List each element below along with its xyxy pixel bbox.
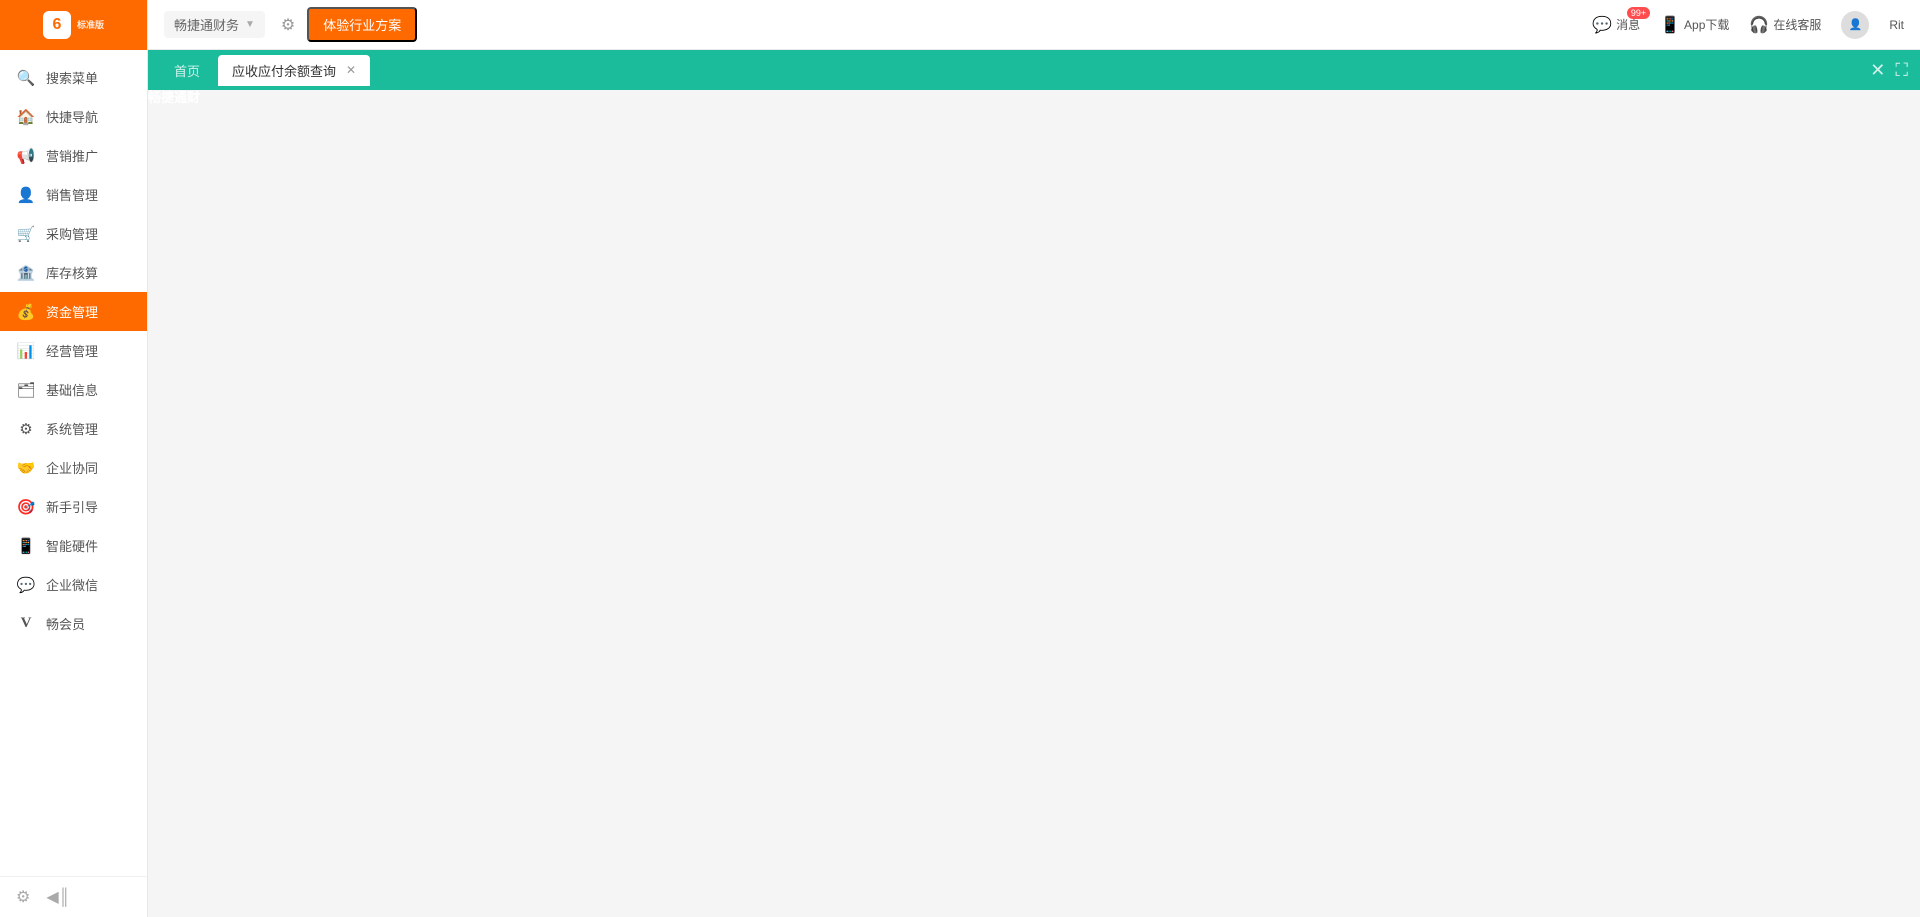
system-label: 系统管理 bbox=[46, 419, 98, 438]
vip-label: 畅会员 bbox=[46, 614, 85, 633]
tab-close-window-icon[interactable]: ✕ bbox=[1870, 60, 1885, 81]
logo-name: 畅捷通财 bbox=[148, 90, 1920, 917]
quick-nav-label: 快捷导航 bbox=[46, 107, 98, 126]
purchase-label: 采购管理 bbox=[46, 224, 98, 243]
tab-home-label: 首页 bbox=[174, 61, 200, 80]
message-icon: 💬 bbox=[1592, 15, 1612, 35]
top-header: 畅捷通财务 ▼ ⚙ 体验行业方案 💬 消息 99+ 📱 App下载 🎧 在线客服… bbox=[148, 0, 1920, 50]
sidebar-item-operations[interactable]: 📊 经营管理 bbox=[0, 331, 147, 370]
app-download-icon: 📱 bbox=[1660, 15, 1680, 35]
chevron-down-icon: ▼ bbox=[245, 19, 255, 30]
app-download-action[interactable]: 📱 App下载 bbox=[1660, 15, 1729, 35]
quick-nav-icon: 🏠 bbox=[16, 108, 36, 126]
inventory-label: 库存核算 bbox=[46, 263, 98, 282]
cooperation-icon: 🤝 bbox=[16, 459, 36, 477]
tab-ar-ap-label: 应收应付余额查询 bbox=[232, 61, 336, 80]
sidebar-item-sales[interactable]: 👤 销售管理 bbox=[0, 175, 147, 214]
sidebar-item-basic-info[interactable]: 🗂 基础信息 bbox=[0, 370, 147, 409]
header-actions: 💬 消息 99+ 📱 App下载 🎧 在线客服 👤 Rit bbox=[1592, 11, 1904, 39]
sales-label: 销售管理 bbox=[46, 185, 98, 204]
tab-bar: 首页 应收应付余额查询 ✕ ✕ ⛶ bbox=[148, 50, 1920, 90]
sidebar-item-newbie[interactable]: 🎯 新手引导 bbox=[0, 487, 147, 526]
cooperation-label: 企业协同 bbox=[46, 458, 98, 477]
logo-icon: 6 bbox=[43, 11, 71, 39]
newbie-icon: 🎯 bbox=[16, 498, 36, 516]
sidebar: 6 畅捷通财 标准版 🔍 搜索菜单 🏠 快捷导航 📢 营销推广 👤 销售管理 🛒… bbox=[0, 0, 148, 917]
sidebar-item-cooperation[interactable]: 🤝 企业协同 bbox=[0, 448, 147, 487]
inventory-icon: 🏦 bbox=[16, 264, 36, 282]
online-service-action[interactable]: 🎧 在线客服 bbox=[1749, 15, 1821, 35]
sidebar-item-wechat[interactable]: 💬 企业微信 bbox=[0, 565, 147, 604]
search-menu-label: 搜索菜单 bbox=[46, 68, 98, 87]
online-service-label: 在线客服 bbox=[1773, 16, 1821, 33]
basic-info-label: 基础信息 bbox=[46, 380, 98, 399]
sidebar-settings-icon[interactable]: ⚙ bbox=[16, 887, 30, 907]
tab-bar-actions: ✕ ⛶ bbox=[1870, 60, 1908, 81]
vip-icon: V bbox=[16, 615, 36, 632]
basic-info-icon: 🗂 bbox=[16, 381, 36, 399]
system-icon: ⚙ bbox=[16, 420, 36, 438]
user-avatar[interactable]: 👤 bbox=[1841, 11, 1869, 39]
messages-action[interactable]: 💬 消息 99+ bbox=[1592, 15, 1640, 35]
sidebar-bottom: ⚙ ◀║ bbox=[0, 876, 147, 917]
sidebar-item-vip[interactable]: V 畅会员 bbox=[0, 604, 147, 643]
sidebar-logo: 6 畅捷通财 标准版 bbox=[0, 0, 147, 50]
finance-label: 资金管理 bbox=[46, 302, 98, 321]
sidebar-item-purchase[interactable]: 🛒 采购管理 bbox=[0, 214, 147, 253]
app-selector[interactable]: 畅捷通财务 ▼ bbox=[164, 11, 265, 38]
wechat-label: 企业微信 bbox=[46, 575, 98, 594]
newbie-label: 新手引导 bbox=[46, 497, 98, 516]
avatar-placeholder: 👤 bbox=[1848, 18, 1862, 31]
sales-icon: 👤 bbox=[16, 186, 36, 204]
header-gear-icon[interactable]: ⚙ bbox=[281, 15, 295, 35]
operations-icon: 📊 bbox=[16, 342, 36, 360]
logo-badge: 标准版 bbox=[77, 20, 104, 31]
username-label[interactable]: Rit bbox=[1889, 18, 1904, 32]
promo-button[interactable]: 体验行业方案 bbox=[307, 7, 417, 42]
operations-label: 经营管理 bbox=[46, 341, 98, 360]
tab-ar-ap[interactable]: 应收应付余额查询 ✕ bbox=[218, 55, 370, 86]
wechat-icon: 💬 bbox=[16, 576, 36, 594]
purchase-icon: 🛒 bbox=[16, 225, 36, 243]
messages-badge: 99+ bbox=[1627, 7, 1650, 19]
messages-label: 消息 bbox=[1616, 16, 1640, 33]
sidebar-collapse-icon[interactable]: ◀║ bbox=[46, 887, 70, 907]
marketing-icon: 📢 bbox=[16, 147, 36, 165]
sidebar-item-system[interactable]: ⚙ 系统管理 bbox=[0, 409, 147, 448]
tab-close-icon[interactable]: ✕ bbox=[346, 63, 356, 77]
sidebar-item-quick-nav[interactable]: 🏠 快捷导航 bbox=[0, 97, 147, 136]
smart-hw-icon: 📱 bbox=[16, 537, 36, 555]
app-selector-label: 畅捷通财务 bbox=[174, 15, 239, 34]
tab-home[interactable]: 首页 bbox=[160, 55, 214, 86]
sidebar-nav: 🔍 搜索菜单 🏠 快捷导航 📢 营销推广 👤 销售管理 🛒 采购管理 🏦 库存核… bbox=[0, 50, 147, 876]
sidebar-item-inventory[interactable]: 🏦 库存核算 bbox=[0, 253, 147, 292]
marketing-label: 营销推广 bbox=[46, 146, 98, 165]
finance-icon: 💰 bbox=[16, 303, 36, 321]
tab-expand-icon[interactable]: ⛶ bbox=[1895, 60, 1908, 81]
sidebar-item-marketing[interactable]: 📢 营销推广 bbox=[0, 136, 147, 175]
sidebar-item-finance[interactable]: 💰 资金管理 bbox=[0, 292, 147, 331]
search-menu-icon: 🔍 bbox=[16, 69, 36, 87]
app-download-label: App下载 bbox=[1684, 16, 1729, 33]
sidebar-item-smart-hw[interactable]: 📱 智能硬件 bbox=[0, 526, 147, 565]
sidebar-item-search-menu[interactable]: 🔍 搜索菜单 bbox=[0, 58, 147, 97]
online-service-icon: 🎧 bbox=[1749, 15, 1769, 35]
smart-hw-label: 智能硬件 bbox=[46, 536, 98, 555]
